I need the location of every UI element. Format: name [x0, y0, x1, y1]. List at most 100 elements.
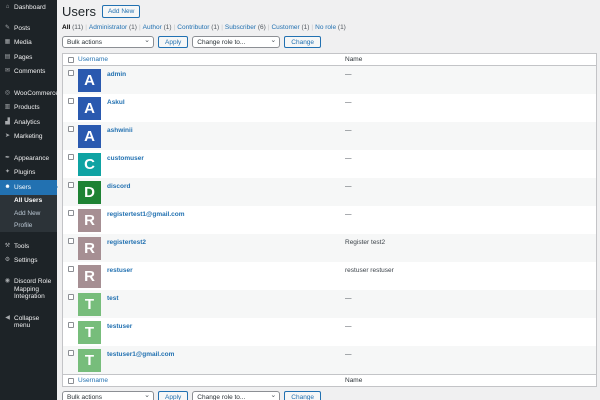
row-checkbox[interactable] [67, 321, 74, 328]
plugins-icon: ✦ [4, 169, 11, 176]
row-checkbox[interactable] [67, 153, 74, 160]
change-role-value: Change role to... [197, 394, 246, 400]
username-link[interactable]: testuser1@gmail.com [107, 351, 174, 358]
row-checkbox[interactable] [67, 209, 74, 216]
marketing-icon: ➤ [4, 133, 11, 140]
woocommerce-icon: ◎ [4, 89, 11, 96]
sidebar-item-analytics[interactable]: ▟ Analytics [0, 115, 57, 129]
table-row: A ashwinii — [63, 122, 596, 150]
row-checkbox[interactable] [67, 181, 74, 188]
sidebar-item-add-new[interactable]: Add New [0, 207, 57, 220]
username-link[interactable]: registertest1@gmail.com [107, 211, 185, 218]
change-role-select[interactable]: Change role to... ⌄ [192, 36, 281, 48]
row-checkbox[interactable] [67, 125, 74, 132]
apply-button[interactable]: Apply [158, 391, 189, 400]
avatar: D [78, 180, 101, 204]
name-cell: — [345, 154, 352, 162]
name-cell: restuser restuser [345, 266, 394, 274]
sidebar-item-woocommerce[interactable]: ◎ WooCommerce [0, 86, 59, 100]
sidebar-item-label: Products [14, 104, 40, 112]
media-icon: ▦ [4, 39, 11, 46]
change-button[interactable]: Change [284, 36, 322, 48]
sidebar-item-plugins[interactable]: ✦ Plugins [0, 166, 57, 180]
role-filter-count: (6) [257, 24, 266, 31]
apply-button[interactable]: Apply [158, 36, 189, 48]
username-link[interactable]: restuser [107, 267, 133, 274]
sidebar-item-products[interactable]: ▥ Products [0, 101, 57, 115]
sidebar-item-pages[interactable]: ▤ Pages [0, 50, 57, 64]
change-button[interactable]: Change [284, 391, 322, 400]
row-checkbox[interactable] [67, 293, 74, 300]
table-row: C customuser — [63, 150, 596, 178]
username-column-header[interactable]: Username [78, 377, 108, 384]
role-filter-link[interactable]: Customer [271, 24, 299, 31]
table-row: A Askul — [63, 94, 596, 122]
avatar: R [78, 236, 101, 260]
add-new-button[interactable]: Add New [101, 5, 141, 18]
bulk-actions-select[interactable]: Bulk actions ⌄ [62, 36, 154, 48]
sidebar-item-label: Settings [14, 257, 38, 264]
appearance-icon: ✒ [4, 154, 11, 161]
username-link[interactable]: Askul [107, 99, 125, 106]
name-cell: — [345, 98, 352, 106]
name-cell: — [345, 70, 352, 78]
role-filter-count: (1) [301, 24, 310, 31]
sidebar-item-label: Add New [14, 209, 41, 217]
sidebar-item-comments[interactable]: ✉ Comments [0, 65, 57, 79]
select-all-checkbox[interactable] [67, 56, 74, 63]
sidebar-item-marketing[interactable]: ➤ Marketing [0, 130, 57, 144]
username-link[interactable]: test [107, 295, 119, 302]
sidebar-item-all-users[interactable]: All Users [0, 194, 57, 208]
bulk-actions-value: Bulk actions [67, 394, 103, 400]
username-column-header[interactable]: Username [78, 56, 108, 63]
bulk-actions-select[interactable]: Bulk actions ⌄ [62, 391, 154, 400]
role-filter-link[interactable]: No role [315, 24, 336, 31]
sidebar-item-discord-role-mapping-integration[interactable]: ◉ Discord Role Mapping Integration [0, 275, 57, 304]
role-filter-subscriber: Subscriber (6) [225, 24, 266, 31]
dashboard-icon: ⌂ [5, 3, 10, 10]
sidebar-item-collapse-menu[interactable]: ◀ Collapse menu [0, 311, 57, 333]
role-filter-link[interactable]: Administrator [89, 24, 127, 31]
role-filter-link[interactable]: All [62, 24, 70, 31]
table-row: T testuser1@gmail.com — [63, 346, 596, 374]
sidebar-item-label: Analytics [14, 118, 41, 126]
sidebar-item-label: Tools [14, 242, 30, 250]
select-all-checkbox[interactable] [67, 377, 74, 384]
table-row: R registertest1@gmail.com — [63, 206, 596, 234]
sidebar-item-label: Media [14, 39, 32, 47]
bottom-bulk-actions-bar: Bulk actions ⌄ Apply Change role to... ⌄… [62, 391, 597, 400]
name-cell: — [345, 126, 352, 134]
change-role-value: Change role to... [197, 39, 246, 46]
chevron-down-icon: ⌄ [270, 37, 277, 44]
sidebar-item-appearance[interactable]: ✒ Appearance [0, 151, 57, 165]
username-link[interactable]: registertest2 [107, 239, 146, 246]
username-link[interactable]: customuser [107, 155, 144, 162]
username-link[interactable]: ashwinii [107, 127, 133, 134]
page-title: Users [62, 4, 96, 19]
role-filter-link[interactable]: Author [143, 24, 162, 31]
change-role-select[interactable]: Change role to... ⌄ [192, 391, 281, 400]
row-checkbox[interactable] [67, 69, 74, 76]
row-checkbox[interactable] [67, 349, 74, 356]
avatar: R [78, 264, 101, 288]
row-checkbox[interactable] [67, 265, 74, 272]
row-checkbox[interactable] [67, 237, 74, 244]
username-link[interactable]: admin [107, 71, 126, 78]
sidebar-item-media[interactable]: ▦ Media [0, 36, 57, 50]
name-cell: — [345, 182, 352, 190]
username-link[interactable]: testuser [107, 323, 132, 330]
sidebar-item-settings[interactable]: ⚙ Settings [0, 254, 57, 268]
sidebar-item-users[interactable]: ☻ Users [0, 180, 58, 195]
username-link[interactable]: discord [107, 183, 130, 190]
sidebar-item-tools[interactable]: ⚒ Tools [0, 239, 57, 253]
sidebar-item-posts[interactable]: ✎ Posts [0, 21, 57, 35]
role-filter-link[interactable]: Subscriber [225, 24, 256, 31]
role-filter-link[interactable]: Contributor [177, 24, 209, 31]
name-column-header: Name [345, 56, 363, 63]
users-table: Username Name A admin — A Askul — A ashw… [62, 53, 597, 387]
sidebar-item-profile[interactable]: Profile [0, 219, 57, 233]
row-checkbox[interactable] [67, 97, 74, 104]
sidebar-menu: ⌂ Dashboard ✎ Posts ▦ Media ▤ Pages ✉ Co… [0, 0, 59, 333]
table-header-row: Username Name [63, 54, 596, 66]
sidebar-item-dashboard[interactable]: ⌂ Dashboard [0, 0, 57, 14]
